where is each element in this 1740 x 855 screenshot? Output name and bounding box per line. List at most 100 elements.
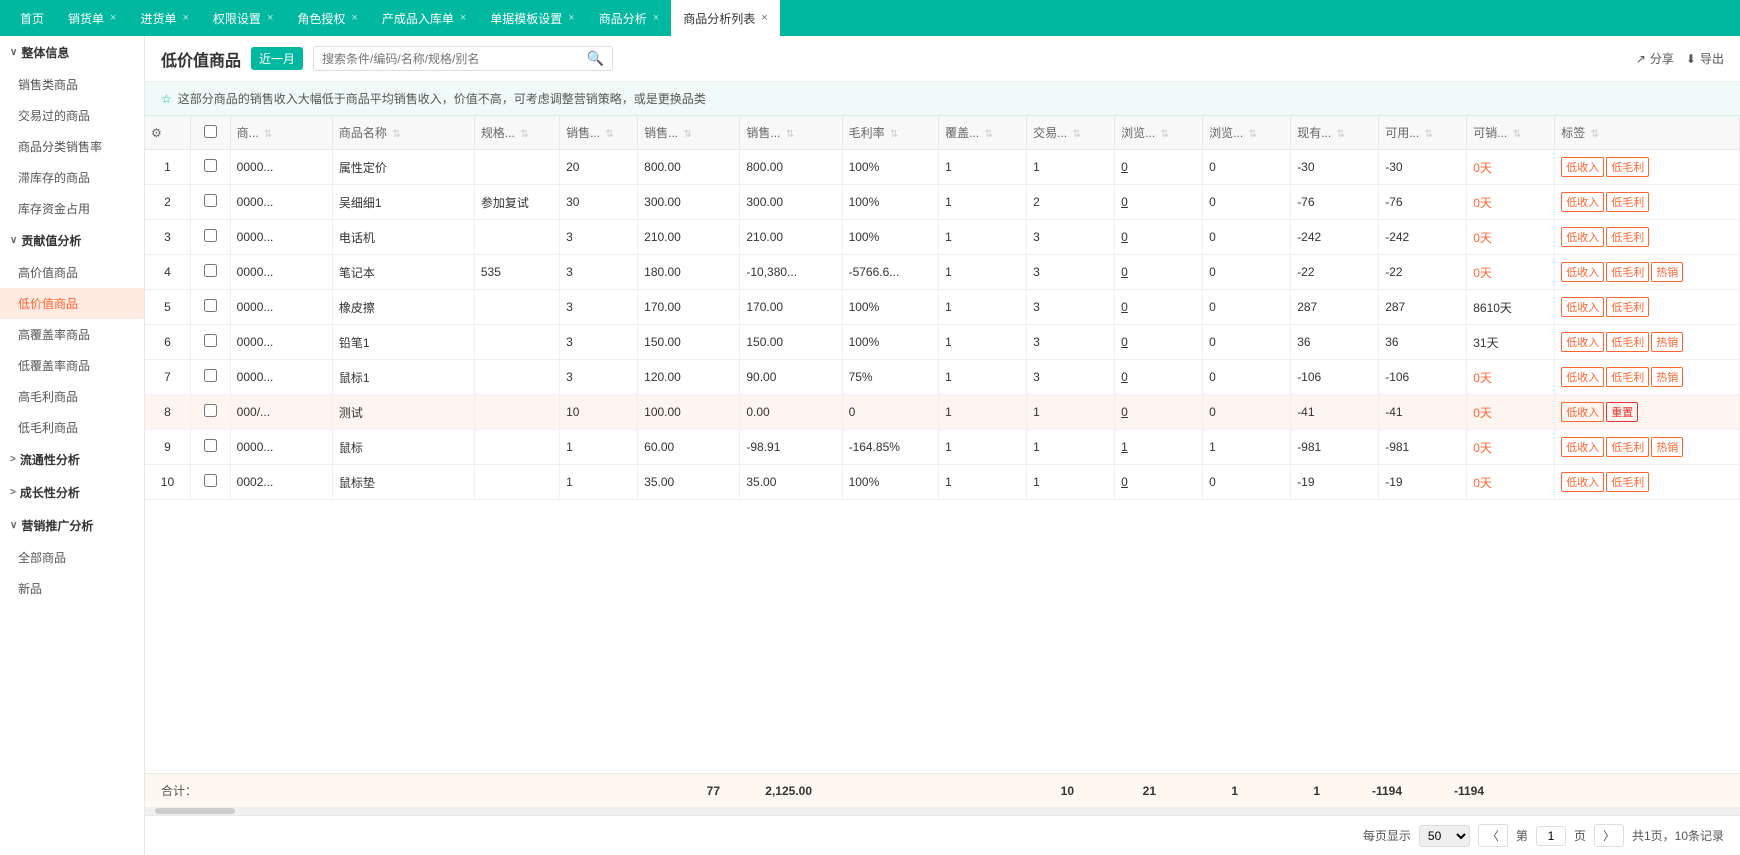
scrollbar-thumb[interactable] bbox=[155, 808, 235, 814]
nav-product-inbound[interactable]: 产成品入库单 × bbox=[370, 0, 478, 36]
scrollbar-area[interactable] bbox=[145, 807, 1740, 815]
sidebar-group-contribution[interactable]: ∨ 贡献值分析 bbox=[0, 224, 144, 257]
row-browse1[interactable]: 0 bbox=[1115, 185, 1203, 220]
row-browse1[interactable]: 0 bbox=[1115, 220, 1203, 255]
browse1-link[interactable]: 0 bbox=[1121, 405, 1128, 419]
search-input[interactable] bbox=[322, 52, 587, 66]
col-settings[interactable]: ⚙ bbox=[145, 116, 190, 150]
browse1-link[interactable]: 0 bbox=[1121, 370, 1128, 384]
sidebar-item-inventory-capital[interactable]: 库存资金占用 bbox=[0, 193, 144, 224]
close-icon[interactable]: × bbox=[761, 12, 767, 24]
col-checkbox[interactable] bbox=[190, 116, 230, 150]
sidebar-item-sales-products[interactable]: 销售类商品 bbox=[0, 69, 144, 100]
row-checkbox[interactable] bbox=[204, 369, 217, 382]
row-checkbox-cell[interactable] bbox=[190, 185, 230, 220]
browse1-link[interactable]: 0 bbox=[1121, 160, 1128, 174]
row-checkbox[interactable] bbox=[204, 439, 217, 452]
sidebar-item-low-value[interactable]: 低价值商品 bbox=[0, 288, 144, 319]
sidebar-item-high-coverage[interactable]: 高覆盖率商品 bbox=[0, 319, 144, 350]
sidebar-item-slow-moving[interactable]: 滞库存的商品 bbox=[0, 162, 144, 193]
sidebar-item-traded-products[interactable]: 交易过的商品 bbox=[0, 100, 144, 131]
nav-product-analysis-list[interactable]: 商品分析列表 × bbox=[671, 0, 779, 36]
row-browse1[interactable]: 0 bbox=[1115, 150, 1203, 185]
row-checkbox[interactable] bbox=[204, 229, 217, 242]
prev-page-button[interactable]: 〈 bbox=[1478, 824, 1508, 847]
sidebar-item-all-products[interactable]: 全部商品 bbox=[0, 542, 144, 573]
row-checkbox[interactable] bbox=[204, 299, 217, 312]
row-browse1[interactable]: 1 bbox=[1115, 430, 1203, 465]
select-all-checkbox[interactable] bbox=[204, 125, 217, 138]
next-page-button[interactable]: 〉 bbox=[1594, 824, 1624, 847]
col-sales-qty[interactable]: 销售... ⇅ bbox=[560, 116, 638, 150]
close-icon[interactable]: × bbox=[267, 12, 273, 24]
export-button[interactable]: ⬇ 导出 bbox=[1686, 50, 1724, 67]
col-sellable[interactable]: 可销... ⇅ bbox=[1467, 116, 1555, 150]
sidebar-item-new-products[interactable]: 新品 bbox=[0, 573, 144, 604]
row-browse1[interactable]: 0 bbox=[1115, 290, 1203, 325]
per-page-select[interactable]: 50 100 200 bbox=[1419, 825, 1470, 847]
nav-template-settings[interactable]: 单据模板设置 × bbox=[478, 0, 586, 36]
share-button[interactable]: ↗ 分享 bbox=[1636, 50, 1674, 67]
row-checkbox-cell[interactable] bbox=[190, 395, 230, 430]
browse1-link[interactable]: 0 bbox=[1121, 475, 1128, 489]
row-checkbox[interactable] bbox=[204, 194, 217, 207]
sidebar-group-growth[interactable]: > 成长性分析 bbox=[0, 476, 144, 509]
row-checkbox-cell[interactable] bbox=[190, 325, 230, 360]
col-tags[interactable]: 标签 ⇅ bbox=[1555, 116, 1740, 150]
nav-product-analysis[interactable]: 商品分析 × bbox=[587, 0, 671, 36]
col-margin-rate[interactable]: 毛利率 ⇅ bbox=[842, 116, 939, 150]
col-browse1[interactable]: 浏览... ⇅ bbox=[1115, 116, 1203, 150]
browse1-link[interactable]: 0 bbox=[1121, 195, 1128, 209]
col-available[interactable]: 可用... ⇅ bbox=[1379, 116, 1467, 150]
col-sales-amt[interactable]: 销售... ⇅ bbox=[638, 116, 740, 150]
sidebar-group-marketing[interactable]: ∨ 营销推广分析 bbox=[0, 509, 144, 542]
sidebar-group-overall[interactable]: ∨ 整体信息 bbox=[0, 36, 144, 69]
nav-permission-settings[interactable]: 权限设置 × bbox=[201, 0, 285, 36]
row-checkbox[interactable] bbox=[204, 264, 217, 277]
close-icon[interactable]: × bbox=[182, 12, 188, 24]
row-browse1[interactable]: 0 bbox=[1115, 360, 1203, 395]
filter-recent-month-button[interactable]: 近一月 bbox=[251, 47, 303, 70]
search-box[interactable]: 🔍 bbox=[313, 46, 613, 71]
row-checkbox[interactable] bbox=[204, 334, 217, 347]
col-name[interactable]: 商品名称 ⇅ bbox=[332, 116, 474, 150]
col-sales-amt2[interactable]: 销售... ⇅ bbox=[740, 116, 842, 150]
nav-sales-order[interactable]: 销货单 × bbox=[56, 0, 128, 36]
sidebar-item-category-sales-rate[interactable]: 商品分类销售率 bbox=[0, 131, 144, 162]
close-icon[interactable]: × bbox=[110, 12, 116, 24]
row-checkbox[interactable] bbox=[204, 159, 217, 172]
nav-purchase-order[interactable]: 进货单 × bbox=[128, 0, 200, 36]
col-current[interactable]: 现有... ⇅ bbox=[1291, 116, 1379, 150]
close-icon[interactable]: × bbox=[460, 12, 466, 24]
row-checkbox-cell[interactable] bbox=[190, 360, 230, 395]
row-browse1[interactable]: 0 bbox=[1115, 395, 1203, 430]
row-browse1[interactable]: 0 bbox=[1115, 255, 1203, 290]
table-container[interactable]: ⚙ 商... ⇅ 商品名称 ⇅ 规格... ⇅ 销售... ⇅ 销售... ⇅ … bbox=[145, 116, 1740, 773]
sidebar-item-high-value[interactable]: 高价值商品 bbox=[0, 257, 144, 288]
browse1-link[interactable]: 0 bbox=[1121, 230, 1128, 244]
row-checkbox[interactable] bbox=[204, 404, 217, 417]
row-checkbox-cell[interactable] bbox=[190, 465, 230, 500]
row-checkbox-cell[interactable] bbox=[190, 430, 230, 465]
nav-role-auth[interactable]: 角色授权 × bbox=[285, 0, 369, 36]
row-checkbox[interactable] bbox=[204, 474, 217, 487]
row-checkbox-cell[interactable] bbox=[190, 220, 230, 255]
sidebar-item-high-margin[interactable]: 高毛利商品 bbox=[0, 381, 144, 412]
col-spec[interactable]: 规格... ⇅ bbox=[474, 116, 559, 150]
row-checkbox-cell[interactable] bbox=[190, 290, 230, 325]
browse1-link[interactable]: 0 bbox=[1121, 265, 1128, 279]
browse1-link[interactable]: 0 bbox=[1121, 300, 1128, 314]
close-icon[interactable]: × bbox=[351, 12, 357, 24]
sidebar-item-low-coverage[interactable]: 低覆盖率商品 bbox=[0, 350, 144, 381]
close-icon[interactable]: × bbox=[568, 12, 574, 24]
col-coverage[interactable]: 覆盖... ⇅ bbox=[939, 116, 1027, 150]
col-browse2[interactable]: 浏览... ⇅ bbox=[1203, 116, 1291, 150]
close-icon[interactable]: × bbox=[653, 12, 659, 24]
sidebar-group-liquidity[interactable]: > 流通性分析 bbox=[0, 443, 144, 476]
row-browse1[interactable]: 0 bbox=[1115, 325, 1203, 360]
row-checkbox-cell[interactable] bbox=[190, 150, 230, 185]
col-code[interactable]: 商... ⇅ bbox=[230, 116, 332, 150]
col-trade[interactable]: 交易... ⇅ bbox=[1027, 116, 1115, 150]
page-number-input[interactable] bbox=[1536, 826, 1566, 846]
row-browse1[interactable]: 0 bbox=[1115, 465, 1203, 500]
